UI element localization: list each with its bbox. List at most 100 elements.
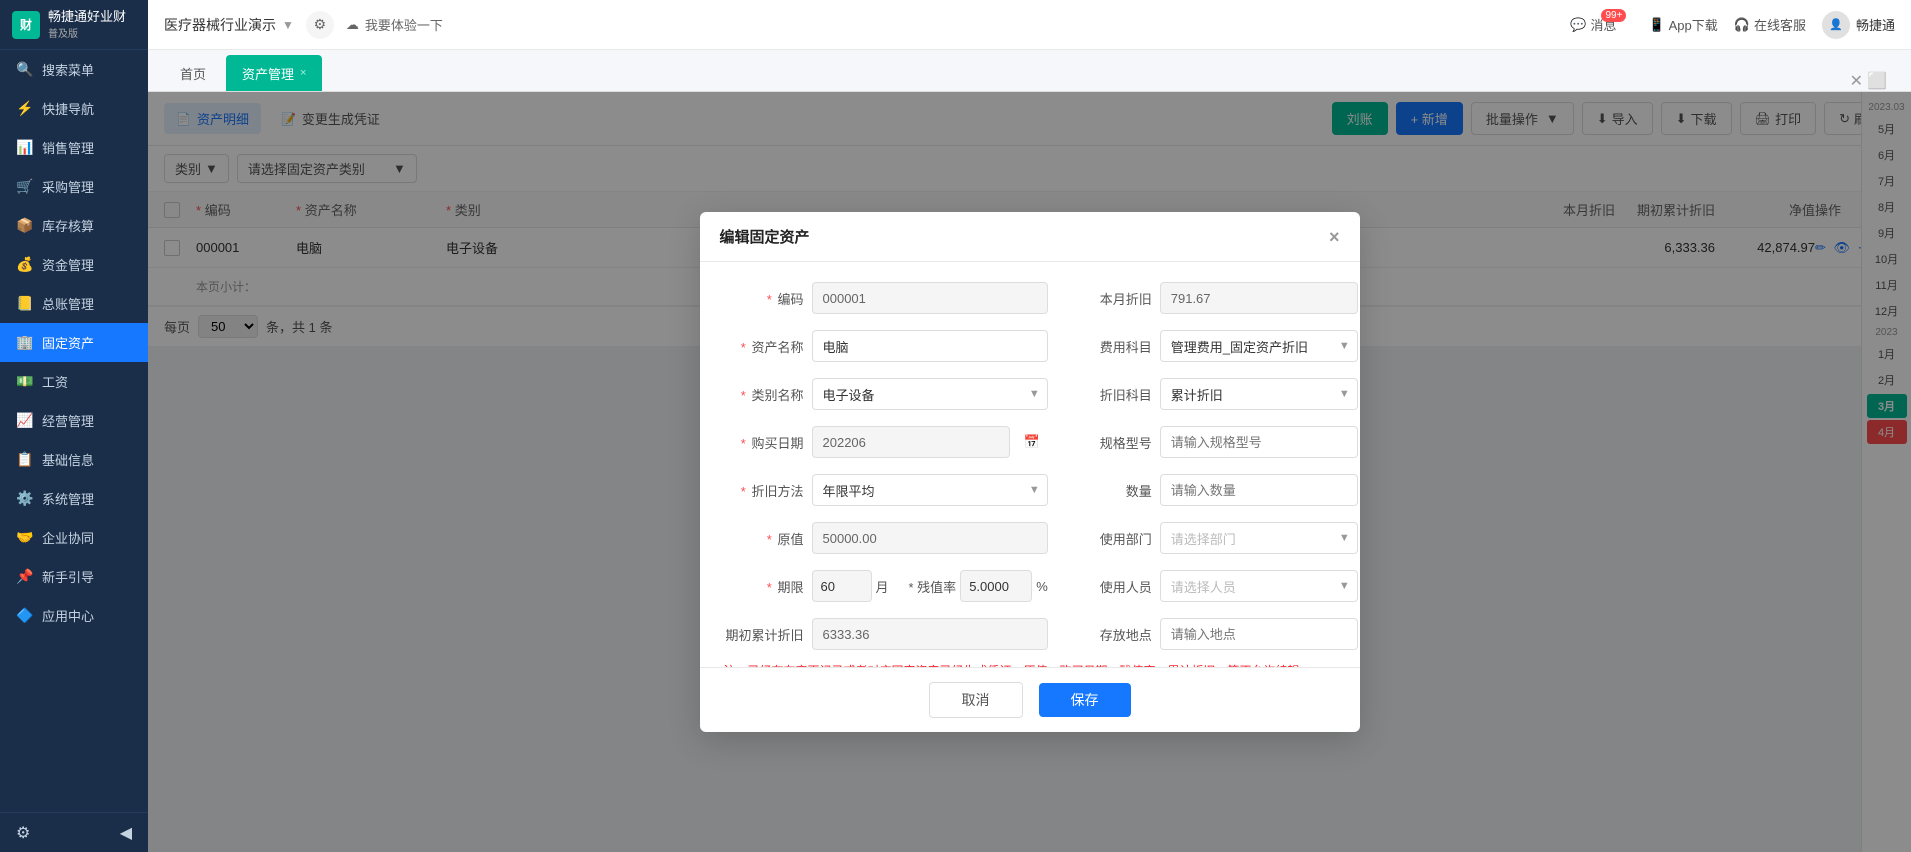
expense-subject-select[interactable]: 管理费用_固定资产折旧 xyxy=(1160,330,1358,362)
sidebar-item-label: 采购管理 xyxy=(42,177,94,196)
sidebar-item-label: 系统管理 xyxy=(42,489,94,508)
monthly-dep-label: 本月折旧 xyxy=(1072,289,1152,308)
dep-method-wrap: 年限平均 ▼ xyxy=(812,474,1048,506)
guide-icon: 📌 xyxy=(16,568,34,586)
search-icon: 🔍 xyxy=(16,61,34,79)
sidebar-item-basic[interactable]: 📋 基础信息 xyxy=(0,440,148,479)
topbar-right: 💬 消息 99+ 📱 App下载 🎧 在线客服 👤 畅捷通 xyxy=(1570,11,1895,39)
dept-select[interactable]: 请选择部门 xyxy=(1160,522,1358,554)
monthly-dep-input[interactable] xyxy=(1160,282,1358,314)
sidebar-item-label: 基础信息 xyxy=(42,450,94,469)
period-input[interactable] xyxy=(812,570,872,602)
company-name: 医疗器械行业演示 xyxy=(164,15,276,35)
residual-rate-input[interactable] xyxy=(960,570,1032,602)
tab-home[interactable]: 首页 xyxy=(164,55,222,91)
company-chevron-icon: ▼ xyxy=(282,18,294,32)
dep-subject-select[interactable]: 累计折旧 xyxy=(1160,378,1358,410)
sidebar-item-purchase[interactable]: 🛒 采购管理 xyxy=(0,167,148,206)
sales-icon: 📊 xyxy=(16,139,34,157)
form-row-category: * 类别名称 电子设备 ▼ xyxy=(724,378,1048,410)
tab-close-icon[interactable]: × xyxy=(300,67,306,79)
dep-method-select[interactable]: 年限平均 xyxy=(812,474,1048,506)
sidebar-item-sales[interactable]: 📊 销售管理 xyxy=(0,128,148,167)
expense-subject-label: 费用科目 xyxy=(1072,337,1152,356)
sidebar-item-payroll[interactable]: 💵 工资 xyxy=(0,362,148,401)
system-icon: ⚙️ xyxy=(16,490,34,508)
user-select[interactable]: 请选择人员 xyxy=(1160,570,1358,602)
tab-asset-mgmt-label: 资产管理 xyxy=(242,64,294,83)
logo-text: 畅捷通好业财 xyxy=(48,9,126,25)
sidebar-item-quicknav[interactable]: ⚡ 快捷导航 xyxy=(0,89,148,128)
modal-title: 编辑固定资产 xyxy=(720,226,810,247)
sidebar-item-ops[interactable]: 📈 经营管理 xyxy=(0,401,148,440)
code-input[interactable] xyxy=(812,282,1048,314)
download-icon: 📱 xyxy=(1648,17,1664,33)
category-select[interactable]: 电子设备 xyxy=(812,378,1048,410)
acc-dep-input[interactable] xyxy=(812,618,1048,650)
sidebar-item-enterprise[interactable]: 🤝 企业协同 xyxy=(0,518,148,557)
code-label: * 编码 xyxy=(724,289,804,308)
content-area: 📄 资产明细 📝 变更生成凭证 刘账 + 新增 批量操作 ▼ xyxy=(148,92,1911,852)
enterprise-icon: 🤝 xyxy=(16,529,34,547)
dep-subject-label: 折旧科目 xyxy=(1072,385,1152,404)
cloud-icon: ☁ xyxy=(346,17,359,33)
service-icon: 🎧 xyxy=(1734,17,1750,33)
spec-model-input[interactable] xyxy=(1160,426,1358,458)
sidebar-item-label: 资金管理 xyxy=(42,255,94,274)
sidebar-item-app-center[interactable]: 🔷 应用中心 xyxy=(0,596,148,635)
modal-footer: 取消 保存 xyxy=(700,667,1360,732)
sidebar-item-label: 搜索菜单 xyxy=(42,60,94,79)
app-download-button[interactable]: 📱 App下载 xyxy=(1648,15,1717,34)
sidebar-item-guide[interactable]: 📌 新手引导 xyxy=(0,557,148,596)
form-row-code: * 编码 xyxy=(724,282,1048,314)
company-selector[interactable]: 医疗器械行业演示 ▼ xyxy=(164,15,294,35)
sidebar-item-label: 库存核算 xyxy=(42,216,94,235)
settings-icon[interactable]: ⚙ xyxy=(16,823,30,843)
save-button[interactable]: 保存 xyxy=(1039,683,1131,717)
form-row-spec-model: 规格型号 xyxy=(1072,426,1358,458)
modal-header: 编辑固定资产 × xyxy=(700,212,1360,262)
location-input[interactable] xyxy=(1160,618,1358,650)
residual-wrap: * 残值率 % xyxy=(909,570,1048,602)
sidebar-item-label: 总账管理 xyxy=(42,294,94,313)
user-avatar: 👤 xyxy=(1822,11,1850,39)
category-wrap: 电子设备 ▼ xyxy=(812,378,1048,410)
window-restore-icon[interactable]: ✕ xyxy=(1850,71,1863,91)
online-service-button[interactable]: 🎧 在线客服 xyxy=(1734,15,1806,34)
sidebar: 财 畅捷通好业财 普及版 🔍 搜索菜单 ⚡ 快捷导航 📊 销售管理 🛒 采购管理… xyxy=(0,0,148,852)
sidebar-item-system[interactable]: ⚙️ 系统管理 xyxy=(0,479,148,518)
location-label: 存放地点 xyxy=(1072,625,1152,644)
sidebar-item-label: 企业协同 xyxy=(42,528,94,547)
original-value-input[interactable] xyxy=(812,522,1048,554)
message-button[interactable]: 💬 消息 99+ xyxy=(1570,15,1616,34)
cancel-button[interactable]: 取消 xyxy=(929,682,1023,718)
sidebar-item-fund[interactable]: 💰 资金管理 xyxy=(0,245,148,284)
sidebar-item-label: 快捷导航 xyxy=(42,99,94,118)
period-label: * 期限 xyxy=(724,577,804,596)
purchase-date-label: * 购买日期 xyxy=(724,433,804,452)
sidebar-bottom: ⚙ ◀ xyxy=(0,812,148,852)
sidebar-item-ledger[interactable]: 📒 总账管理 xyxy=(0,284,148,323)
collapse-icon[interactable]: ◀ xyxy=(120,823,132,843)
settings-button[interactable]: ⚙ xyxy=(306,11,334,39)
spec-model-label: 规格型号 xyxy=(1072,433,1152,452)
quantity-input[interactable] xyxy=(1160,474,1358,506)
ops-icon: 📈 xyxy=(16,412,34,430)
dept-wrap: 请选择部门 ▼ xyxy=(1160,522,1358,554)
dept-label: 使用部门 xyxy=(1072,529,1152,548)
experience-button[interactable]: ☁ 我要体验一下 xyxy=(346,15,443,34)
asset-name-input[interactable] xyxy=(812,330,1048,362)
sidebar-item-fixed-asset[interactable]: 🏢 固定资产 xyxy=(0,323,148,362)
tab-home-label: 首页 xyxy=(180,64,206,83)
form-row-quantity: 数量 xyxy=(1072,474,1358,506)
expense-subject-wrap: 管理费用_固定资产折旧 ▼ xyxy=(1160,330,1358,362)
sidebar-item-inventory[interactable]: 📦 库存核算 xyxy=(0,206,148,245)
sidebar-item-search[interactable]: 🔍 搜索菜单 xyxy=(0,50,148,89)
tab-asset-mgmt[interactable]: 资产管理 × xyxy=(226,55,322,91)
user-menu[interactable]: 👤 畅捷通 xyxy=(1822,11,1895,39)
sidebar-item-label: 销售管理 xyxy=(42,138,94,157)
purchase-date-input[interactable] xyxy=(812,426,1010,458)
window-maximize-icon[interactable]: ⬜ xyxy=(1867,71,1887,91)
username-label: 畅捷通 xyxy=(1856,15,1895,34)
modal-close-button[interactable]: × xyxy=(1329,228,1340,246)
